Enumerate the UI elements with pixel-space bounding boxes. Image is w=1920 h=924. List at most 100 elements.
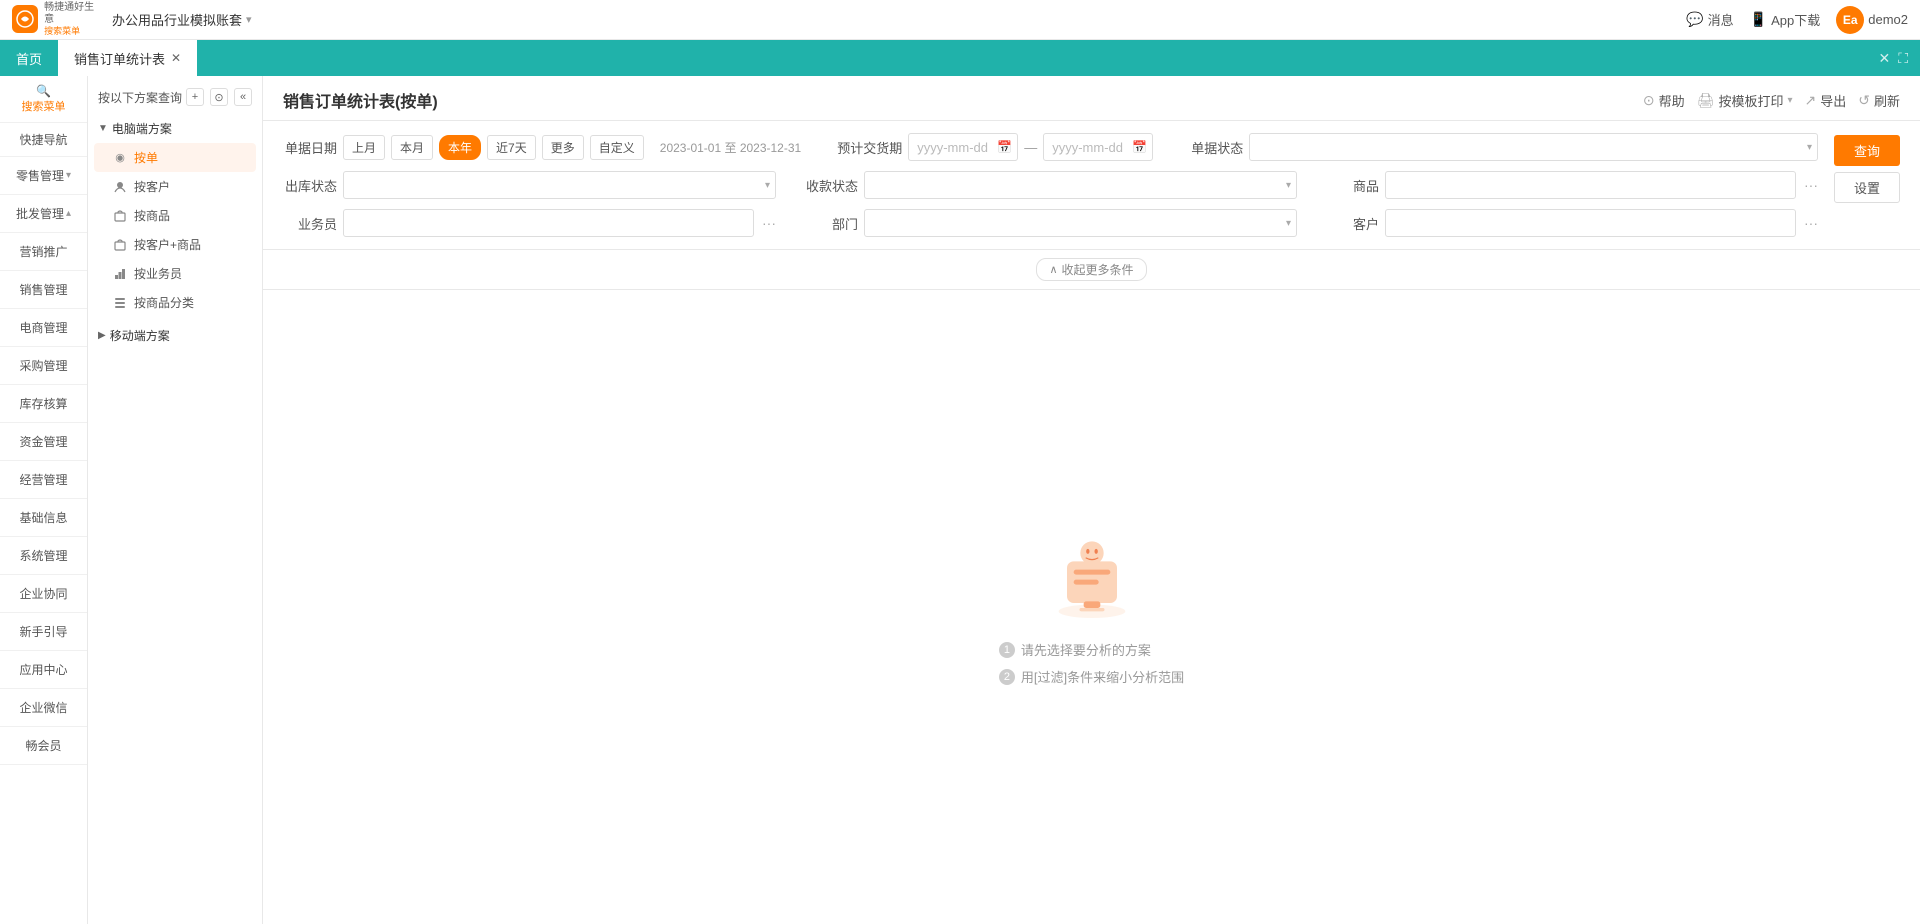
sidebar-search[interactable]: 🔍 搜索菜单 bbox=[0, 76, 87, 123]
collection-status-select[interactable] bbox=[864, 171, 1297, 199]
sidebar-item-operation[interactable]: 经营管理 bbox=[0, 461, 87, 499]
date-custom-btn[interactable]: 自定义 bbox=[590, 135, 644, 160]
add-scheme-icon[interactable]: + bbox=[186, 88, 204, 106]
query-button[interactable]: 查询 bbox=[1834, 135, 1900, 166]
order-status-select[interactable] bbox=[1249, 133, 1818, 161]
scheme-group-mobile-header[interactable]: ▶ 移动端方案 bbox=[94, 321, 256, 350]
sidebar-item-enterprise[interactable]: 企业协同 bbox=[0, 575, 87, 613]
shipment-status-group: 出库状态 ▾ bbox=[283, 171, 776, 199]
sidebar-item-sales[interactable]: 销售管理 bbox=[0, 271, 87, 309]
date-this-year-btn[interactable]: 本年 bbox=[439, 135, 481, 160]
user-profile[interactable]: Ea demo2 bbox=[1836, 6, 1908, 34]
collapse-bar[interactable]: ∧ 收起更多条件 bbox=[263, 250, 1920, 290]
customer-dots-icon[interactable]: ··· bbox=[1804, 215, 1818, 231]
sidebar: 🔍 搜索菜单 快捷导航 零售管理 ▾ 批发管理 ▴ 营销推广 销售管理 电商管理… bbox=[0, 76, 88, 924]
collapse-scheme-icon[interactable]: « bbox=[234, 88, 252, 106]
salesperson-dots-icon[interactable]: ··· bbox=[762, 215, 776, 231]
customer-group: 客户 ··· bbox=[1325, 209, 1818, 237]
scheme-panel-icons: + ⊙ « bbox=[186, 88, 252, 106]
empty-tip-2-text: 用[过滤]条件来缩小分析范围 bbox=[1021, 667, 1184, 686]
date-last-7-days-btn[interactable]: 近7天 bbox=[487, 135, 536, 160]
scheme-group-pc-label: 电脑端方案 bbox=[112, 120, 172, 137]
collapse-button[interactable]: ∧ 收起更多条件 bbox=[1036, 258, 1146, 281]
sidebar-item-enterprise-wx[interactable]: 企业微信 bbox=[0, 689, 87, 727]
template-print-button[interactable]: 🖨 按模板打印 ▾ bbox=[1697, 91, 1793, 110]
group-expand-icon: ▼ bbox=[98, 123, 108, 134]
settings-scheme-icon[interactable]: ⊙ bbox=[210, 88, 228, 106]
sidebar-item-system[interactable]: 系统管理 bbox=[0, 537, 87, 575]
sidebar-item-app-center[interactable]: 应用中心 bbox=[0, 651, 87, 689]
date-last-month-btn[interactable]: 上月 bbox=[343, 135, 385, 160]
username-label: demo2 bbox=[1868, 12, 1908, 27]
filter-left: 单据日期 上月 本月 本年 近7天 更多 自定义 2023 bbox=[283, 133, 1818, 237]
shipment-status-select-wrap: ▾ bbox=[343, 171, 776, 199]
breadcrumb[interactable]: 办公用品行业模拟账套 ▾ bbox=[100, 10, 1686, 29]
export-icon: ↗ bbox=[1805, 92, 1817, 109]
scheme-panel-header: 按以下方案查询 + ⊙ « bbox=[88, 84, 262, 114]
date-more-btn[interactable]: 更多 bbox=[542, 135, 584, 160]
tip-num-1: 1 bbox=[999, 642, 1015, 658]
export-button[interactable]: ↗ 导出 bbox=[1805, 91, 1847, 110]
app-download-label: App下载 bbox=[1771, 10, 1820, 29]
export-label: 导出 bbox=[1820, 91, 1846, 110]
scheme-item-by-customer-goods[interactable]: 按客户+商品 bbox=[94, 230, 256, 259]
tab-close-icon[interactable]: ✕ bbox=[171, 51, 181, 65]
scheme-item-by-customer[interactable]: 按客户 bbox=[94, 172, 256, 201]
sidebar-item-newbie[interactable]: 新手引导 bbox=[0, 613, 87, 651]
logo-icon bbox=[12, 5, 38, 33]
refresh-button[interactable]: ↺ 刷新 bbox=[1858, 91, 1900, 110]
refresh-icon: ↺ bbox=[1858, 92, 1870, 109]
goods-dots-icon[interactable]: ··· bbox=[1804, 177, 1818, 193]
customer-input[interactable] bbox=[1385, 209, 1796, 237]
sidebar-quick-nav[interactable]: 快捷导航 bbox=[0, 123, 87, 157]
date-this-month-btn[interactable]: 本月 bbox=[391, 135, 433, 160]
settings-button[interactable]: 设置 bbox=[1834, 172, 1900, 203]
content-area: 按以下方案查询 + ⊙ « ▼ 电脑端方案 ◉ 按单 bbox=[88, 76, 1920, 924]
app-download-button[interactable]: 📱 App下载 bbox=[1750, 10, 1821, 29]
sidebar-item-inventory[interactable]: 库存核算 bbox=[0, 385, 87, 423]
sidebar-item-finance[interactable]: 资金管理 bbox=[0, 423, 87, 461]
salesperson-input[interactable] bbox=[343, 209, 754, 237]
scheme-item-by-goods[interactable]: 按商品 bbox=[94, 201, 256, 230]
tab-home[interactable]: 首页 bbox=[0, 40, 58, 76]
department-select[interactable] bbox=[864, 209, 1297, 237]
scheme-by-customer-icon bbox=[112, 179, 128, 195]
empty-tip-1: 1 请先选择要分析的方案 bbox=[999, 640, 1184, 659]
refresh-label: 刷新 bbox=[1874, 91, 1900, 110]
chevron-up-icon: ▴ bbox=[66, 208, 71, 219]
delivery-start-input[interactable] bbox=[908, 133, 1018, 161]
scheme-item-by-goods-category[interactable]: 按商品分类 bbox=[94, 288, 256, 317]
scheme-item-by-salesperson[interactable]: 按业务员 bbox=[94, 259, 256, 288]
collection-status-group: 收款状态 ▾ bbox=[804, 171, 1297, 199]
window-close-icon[interactable]: ✕ bbox=[1878, 50, 1890, 67]
scheme-group-mobile-label: 移动端方案 bbox=[110, 327, 170, 344]
scheme-group-pc-header[interactable]: ▼ 电脑端方案 bbox=[94, 114, 256, 143]
scheme-by-goods-icon bbox=[112, 208, 128, 224]
logo-area: 畅捷通好生意 搜索菜单 bbox=[12, 2, 100, 37]
goods-input[interactable] bbox=[1385, 171, 1796, 199]
sidebar-item-retail[interactable]: 零售管理 ▾ bbox=[0, 157, 87, 195]
tab-sales-order-stats[interactable]: 销售订单统计表 ✕ bbox=[58, 40, 197, 76]
help-button[interactable]: ⊙ 帮助 bbox=[1643, 91, 1685, 110]
empty-tip-1-text: 请先选择要分析的方案 bbox=[1021, 640, 1151, 659]
shipment-status-select[interactable] bbox=[343, 171, 776, 199]
sidebar-item-wholesale[interactable]: 批发管理 ▴ bbox=[0, 195, 87, 233]
message-button[interactable]: 💬 消息 bbox=[1686, 10, 1733, 29]
sidebar-item-ecommerce[interactable]: 电商管理 bbox=[0, 309, 87, 347]
filter-row-3: 业务员 ··· 部门 ▾ bbox=[283, 209, 1818, 237]
sidebar-item-member[interactable]: 畅会员 bbox=[0, 727, 87, 765]
scheme-group-mobile: ▶ 移动端方案 bbox=[88, 321, 262, 350]
sidebar-item-purchase[interactable]: 采购管理 bbox=[0, 347, 87, 385]
scheme-by-order-icon: ◉ bbox=[112, 150, 128, 166]
goods-group: 商品 ··· bbox=[1325, 171, 1818, 199]
sidebar-item-marketing[interactable]: 营销推广 bbox=[0, 233, 87, 271]
delivery-end-input[interactable] bbox=[1043, 133, 1153, 161]
window-maximize-icon[interactable]: ⛶ bbox=[1898, 50, 1908, 67]
action-buttons: 查询 设置 bbox=[1834, 133, 1900, 203]
date-filter-label: 单据日期 bbox=[283, 138, 337, 157]
empty-illustration bbox=[1042, 528, 1142, 628]
filter-row-2: 出库状态 ▾ 收款状态 bbox=[283, 171, 1818, 199]
sidebar-item-basic[interactable]: 基础信息 bbox=[0, 499, 87, 537]
date-separator: — bbox=[1024, 140, 1037, 155]
scheme-item-by-order[interactable]: ◉ 按单 bbox=[94, 143, 256, 172]
